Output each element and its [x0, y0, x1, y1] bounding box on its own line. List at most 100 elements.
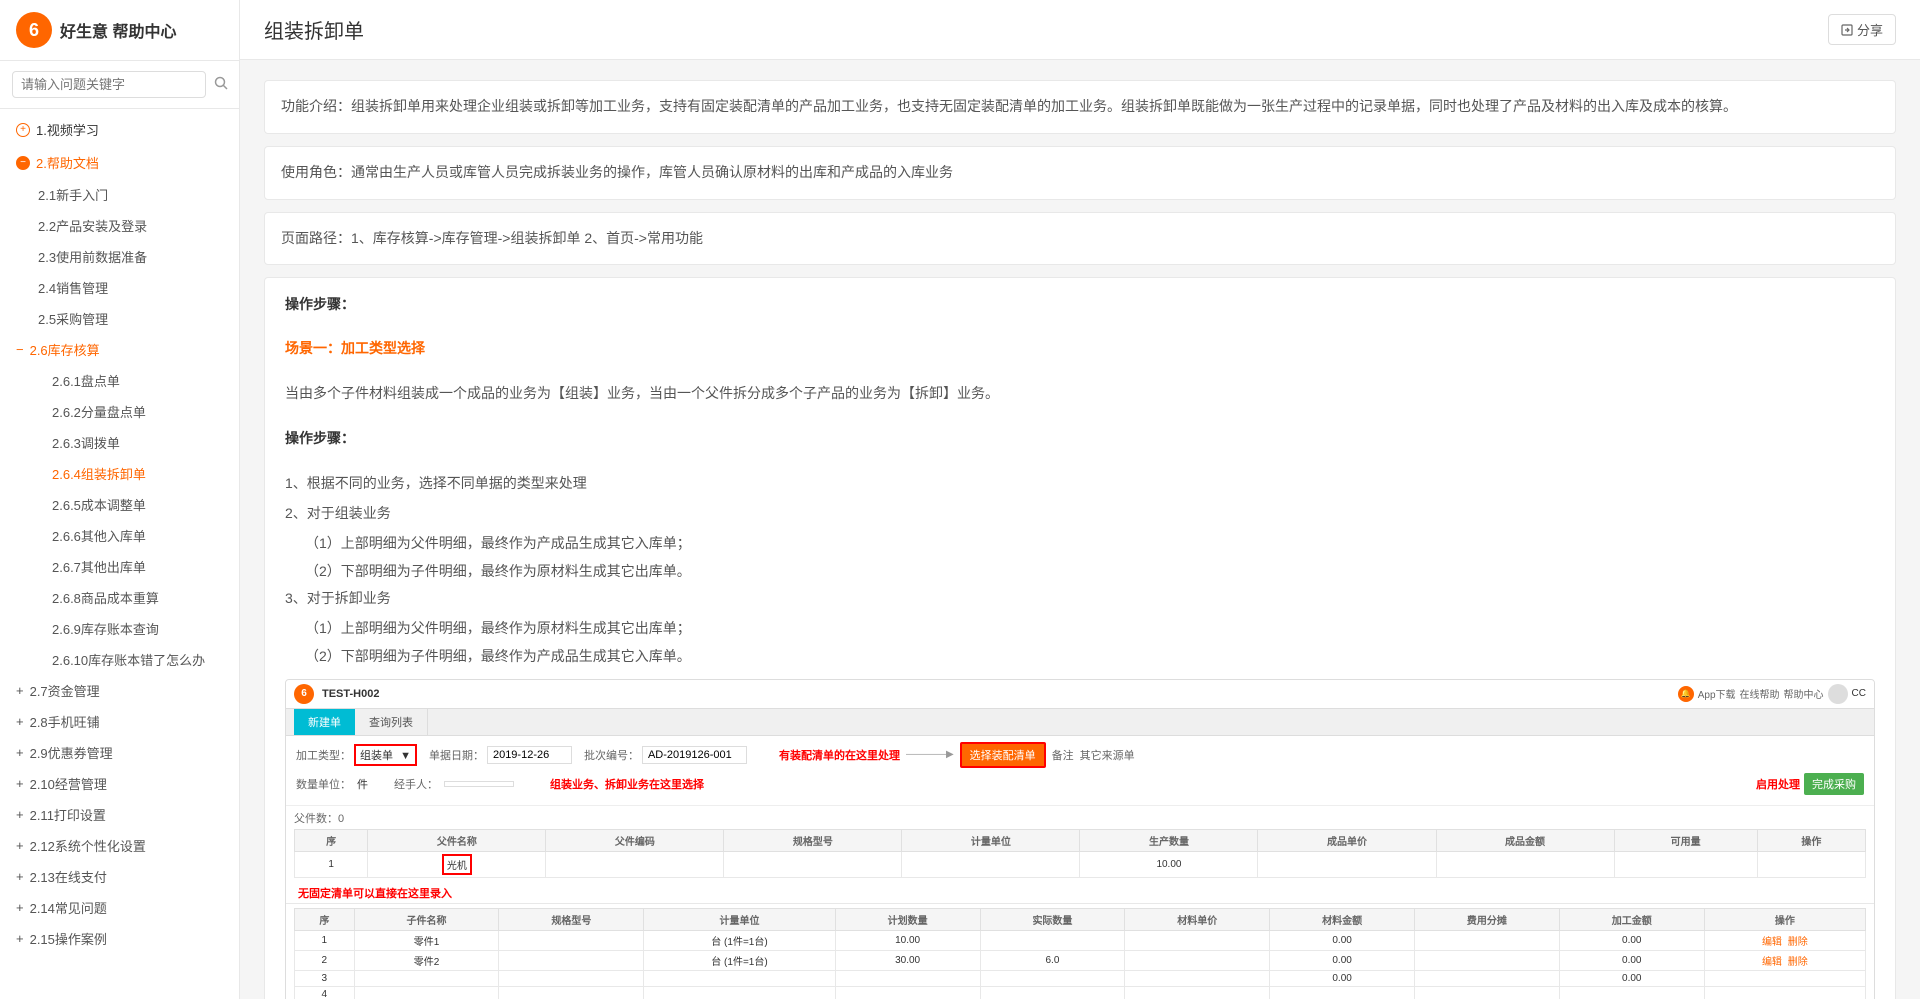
step3: 3、对于拆卸业务	[285, 587, 1875, 611]
ss-type-selector[interactable]: 组装单 ▼	[354, 744, 417, 766]
collapse-icon: −	[16, 156, 30, 170]
ss-annotation2: 组装业务、拆卸业务在这里选择	[550, 776, 704, 792]
ss-annotation4-area: 无固定清单可以直接在这里录入	[286, 882, 1874, 903]
sidebar-item-2-6-6[interactable]: 2.6.6其他入库单	[0, 520, 239, 551]
sidebar-item-2-10[interactable]: + 2.10经营管理	[0, 768, 239, 799]
sidebar-item-2-6-5[interactable]: 2.6.5成本调整单	[0, 489, 239, 520]
sidebar-item-2-6-4[interactable]: 2.6.4组装拆卸单	[0, 458, 239, 489]
collapse-icon-2-6: −	[16, 342, 24, 357]
sidebar-item-2-6-8[interactable]: 2.6.8商品成本重算	[0, 582, 239, 613]
sidebar-item-2-11[interactable]: + 2.11打印设置	[0, 799, 239, 830]
ss-date-input[interactable]	[487, 746, 572, 764]
nav-label: 1.视频学习	[36, 120, 99, 139]
sidebar-item-2-4[interactable]: 2.4销售管理	[0, 272, 239, 303]
ss-select-btn[interactable]: 选择装配清单	[960, 742, 1046, 768]
nav-label: 2.帮助文档	[36, 153, 99, 172]
expand-icon: +	[16, 123, 30, 137]
intro-block-2: 使用角色：通常由生产人员或库管人员完成拆装业务的操作，库管人员确认原材料的出库和…	[264, 146, 1896, 200]
sidebar: 6 好生意 帮助中心 + 1.视频学习 − 2.帮助文档 2.1新手入门 2.2…	[0, 0, 240, 999]
table-row: 1 光机 10.00	[295, 851, 1866, 877]
sidebar-item-2-1[interactable]: 2.1新手入门	[0, 179, 239, 210]
step3-sub2: （2）下部明细为子件明细，最终作为产成品生成其它入库单。	[285, 645, 1875, 669]
sidebar-item-2-6-2[interactable]: 2.6.2分量盘点单	[0, 396, 239, 427]
sidebar-item-2-5[interactable]: 2.5采购管理	[0, 303, 239, 334]
step2-sub1: （1）上部明细为父件明细，最终作为产成品生成其它入库单；	[285, 532, 1875, 556]
step2: 2、对于组装业务	[285, 502, 1875, 526]
main-content: 组装拆卸单 分享 功能介绍：组装拆卸单用来处理企业组装或拆卸等加工业务，支持有固…	[240, 0, 1920, 999]
logo-icon: 6	[16, 12, 52, 48]
table-row: 2 零件2 台 (1件=1台) 30.00 6.0 0.00 0.00	[295, 950, 1866, 970]
ss-date-field: 单据日期：	[429, 746, 572, 764]
ss-tab-list[interactable]: 查询列表	[355, 709, 428, 735]
plus-icon-2-10: +	[16, 776, 24, 791]
sidebar-item-2-12[interactable]: + 2.12系统个性化设置	[0, 830, 239, 861]
ss-user: CC	[1852, 688, 1866, 699]
sidebar-item-1[interactable]: + 1.视频学习	[0, 113, 239, 146]
step2-sub2: （2）下部明细为子件明细，最终作为原材料生成其它出库单。	[285, 560, 1875, 584]
search-button[interactable]	[210, 72, 232, 97]
ss-warehouse-row: 数量单位： 件 经手人： 组装业务、拆卸业务在这里选择 启用处理 完	[296, 773, 1864, 795]
sidebar-item-2-9[interactable]: + 2.9优惠券管理	[0, 737, 239, 768]
ss-tabs-row: 新建单 查询列表	[286, 709, 1874, 736]
sidebar-item-2-3[interactable]: 2.3使用前数据准备	[0, 241, 239, 272]
ss-annotation3: 启用处理	[1756, 776, 1800, 792]
ss-parent-item-cell[interactable]: 光机	[442, 854, 472, 875]
ss-topbar-id: TEST-H002	[322, 688, 379, 700]
page-title: 组装拆卸单	[264, 15, 364, 44]
ss-topbar-right: 🔔 App下载 在线帮助 帮助中心 CC	[1678, 684, 1866, 704]
sidebar-item-2[interactable]: − 2.帮助文档	[0, 146, 239, 179]
table-row: 30.000.00	[295, 970, 1866, 986]
plus-icon-2-8: +	[16, 714, 24, 729]
search-box	[0, 61, 239, 109]
intro-block-3: 页面路径：1、库存核算->库存管理->组装拆卸单 2、首页->常用功能	[264, 212, 1896, 266]
search-input[interactable]	[12, 71, 206, 98]
ss-topbar: 6 TEST-H002 🔔 App下载 在线帮助 帮助中心 CC	[286, 680, 1874, 709]
sidebar-item-2-6-9[interactable]: 2.6.9库存账本查询	[0, 613, 239, 644]
sidebar-item-2-6-3[interactable]: 2.6.3调拨单	[0, 427, 239, 458]
ss-bell-icon: 🔔	[1678, 686, 1694, 702]
table-row: 4	[295, 986, 1866, 999]
main-header: 组装拆卸单 分享	[240, 0, 1920, 60]
sidebar-item-2-2[interactable]: 2.2产品安装及登录	[0, 210, 239, 241]
scene1-heading: 场景一：加工类型选择	[285, 338, 1875, 358]
sidebar-item-2-6-10[interactable]: 2.6.10库存账本错了怎么办	[0, 644, 239, 675]
ss-helptext: 在线帮助	[1740, 686, 1780, 701]
share-button[interactable]: 分享	[1828, 14, 1896, 45]
plus-icon-2-7: +	[16, 683, 24, 698]
scene1-desc: 当由多个子件材料组装成一个成品的业务为【组装】业务，当由一个父件拆分成多个子产品…	[285, 382, 1875, 406]
ss-annotation1: 有装配清单的在这里处理	[779, 747, 900, 763]
screenshot-inner: 6 TEST-H002 🔔 App下载 在线帮助 帮助中心 CC	[286, 680, 1874, 999]
ss-annotation1-area: 有装配清单的在这里处理 ————▶ 选择装配清单 备注 其它来源单	[779, 742, 1135, 768]
plus-icon-2-15: +	[16, 931, 24, 946]
sidebar-header: 6 好生意 帮助中心	[0, 0, 239, 61]
sidebar-item-2-6-1[interactable]: 2.6.1盘点单	[0, 365, 239, 396]
step1: 1、根据不同的业务，选择不同单据的类型来处理	[285, 472, 1875, 496]
sidebar-item-2-7[interactable]: + 2.7资金管理	[0, 675, 239, 706]
ss-table-upper: 父件数：0 序 父件名称 父件编码 规格型号 计量单位 生产数量	[286, 806, 1874, 882]
plus-icon-2-11: +	[16, 807, 24, 822]
sidebar-item-2-8[interactable]: + 2.8手机旺铺	[0, 706, 239, 737]
share-icon	[1841, 24, 1853, 36]
plus-icon-2-12: +	[16, 838, 24, 853]
ss-confirm-btn[interactable]: 完成采购	[1804, 773, 1864, 795]
sidebar-item-2-6[interactable]: − 2.6库存核算	[0, 334, 239, 365]
ss-annotation2-area: 组装业务、拆卸业务在这里选择	[550, 776, 704, 792]
sidebar-item-2-15[interactable]: + 2.15操作案例	[0, 923, 239, 954]
table-row: 1 零件1 台 (1件=1台) 10.00 0.00 0.00	[295, 930, 1866, 950]
ss-annotation3-area: 启用处理 完成采购	[1756, 773, 1864, 795]
steps-heading: 操作步骤：	[285, 294, 1875, 314]
ss-apptext: App下载	[1698, 686, 1736, 701]
sidebar-item-2-6-7[interactable]: 2.6.7其他出库单	[0, 551, 239, 582]
ss-upper-table: 序 父件名称 父件编码 规格型号 计量单位 生产数量 成品单价 成品金额 可用量	[294, 829, 1866, 878]
ss-table-lower: 序 子件名称 规格型号 计量单位 计划数量 实际数量 材料单价 材料金额 费用分…	[286, 903, 1874, 999]
ss-batch-input[interactable]	[642, 746, 747, 764]
ss-tab-new[interactable]: 新建单	[294, 709, 355, 735]
logo-text: 好生意 帮助中心	[60, 18, 176, 42]
sidebar-item-2-14[interactable]: + 2.14常见问题	[0, 892, 239, 923]
ss-batch-field: 批次编号：	[584, 746, 747, 764]
ss-helpcentre: 帮助中心	[1784, 686, 1824, 701]
plus-icon-2-9: +	[16, 745, 24, 760]
sidebar-item-2-13[interactable]: + 2.13在线支付	[0, 861, 239, 892]
steps-label: 操作步骤：	[285, 428, 1875, 448]
ss-handler-field[interactable]	[444, 781, 514, 787]
